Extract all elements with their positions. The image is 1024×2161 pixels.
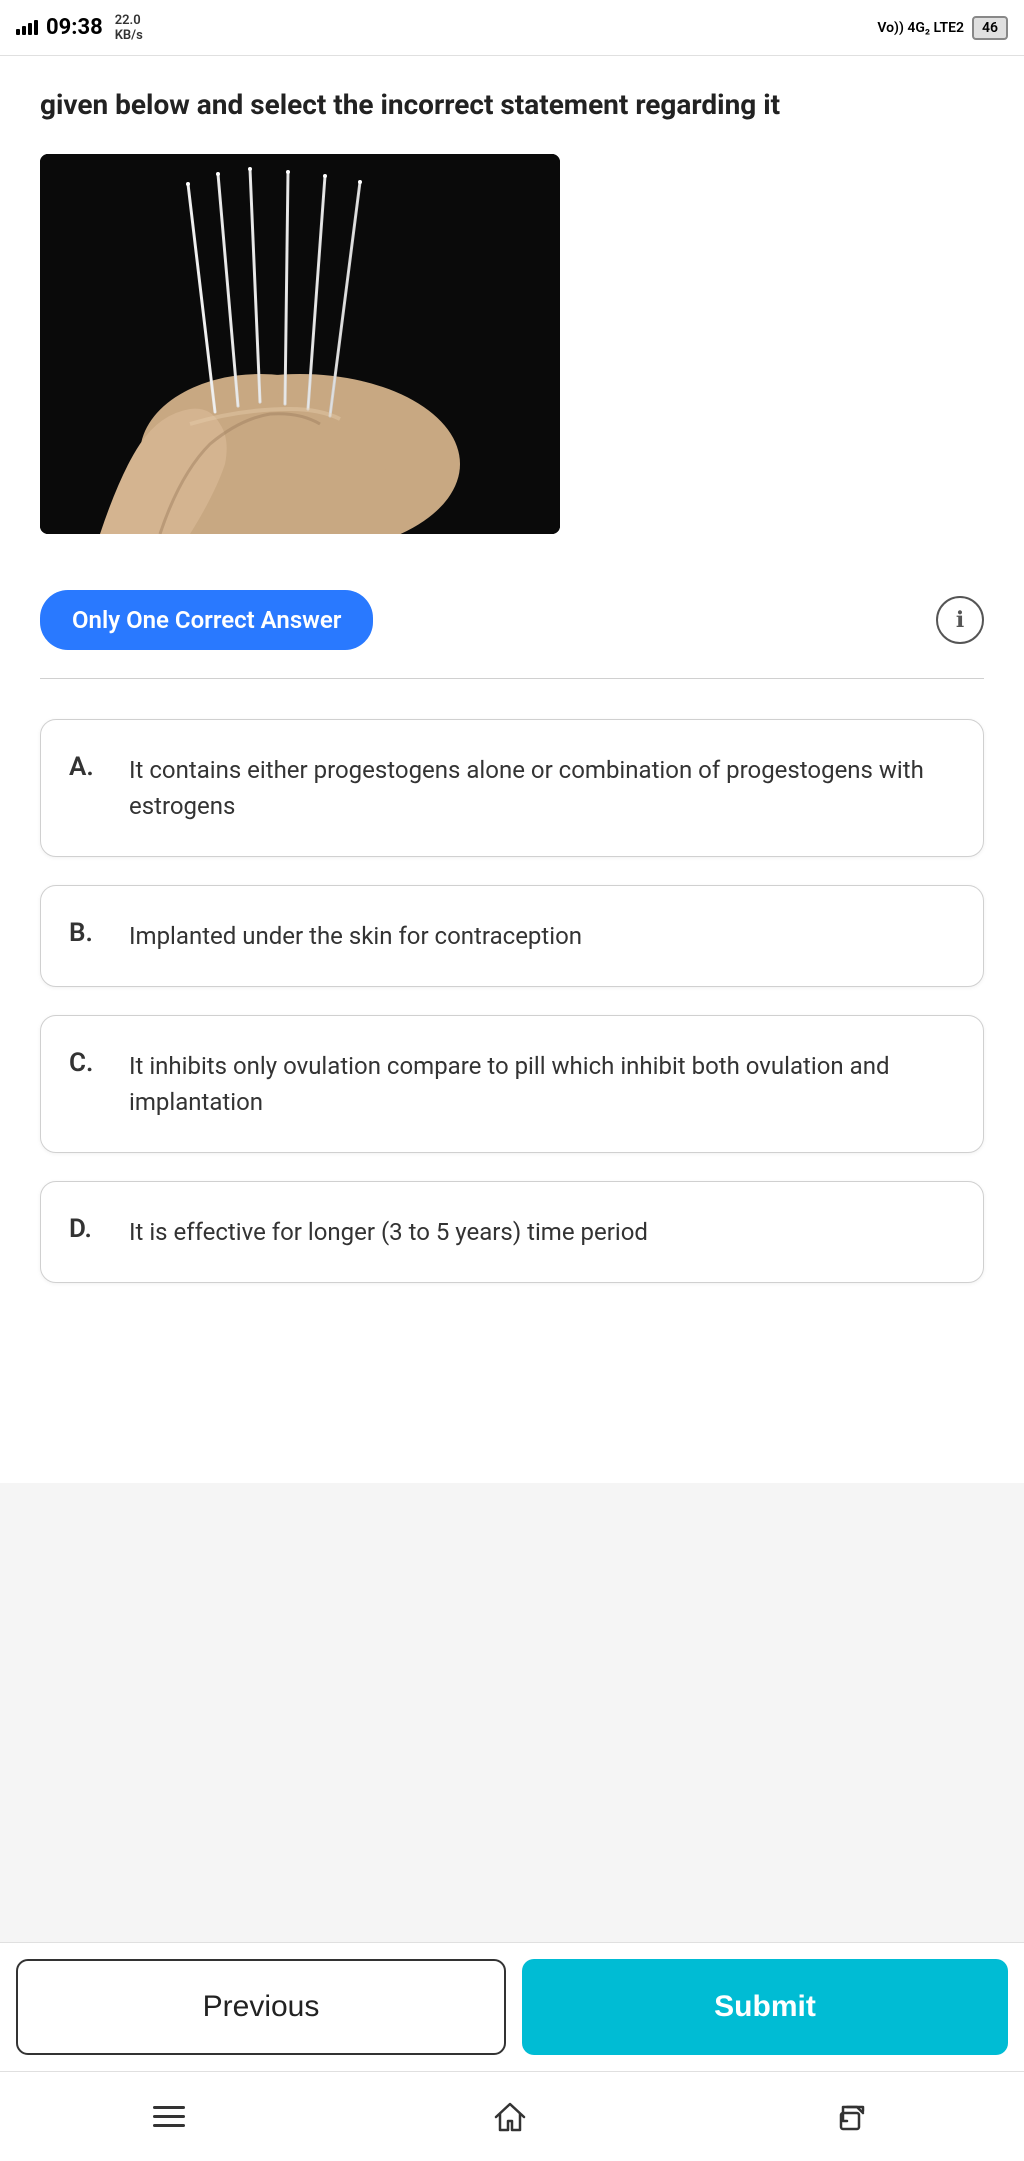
answer-type-section: Only One Correct Answer ℹ [40,590,984,650]
bottom-buttons: Previous Submit [0,1942,1024,2071]
option-d-text: It is effective for longer (3 to 5 years… [129,1214,648,1250]
option-a-text: It contains either progestogens alone or… [129,752,951,824]
signal-bar-4 [34,20,38,35]
status-left: 09:38 22.0 KB/s [16,13,143,43]
back-svg [835,2099,871,2135]
option-b-letter: B. [69,918,105,948]
android-nav [0,2071,1024,2161]
option-d-letter: D. [69,1214,105,1244]
status-right: Vo)) 4G₂ LTE2 46 [877,16,1008,40]
answer-type-badge[interactable]: Only One Correct Answer [40,590,373,650]
status-bar: 09:38 22.0 KB/s Vo)) 4G₂ LTE2 46 [0,0,1024,56]
question-image [40,154,560,534]
signal-icons [16,20,38,35]
option-a-letter: A. [69,752,105,782]
signal-bar-1 [16,29,20,35]
needle-svg [40,154,560,534]
speed-value: 22.0 [115,13,141,28]
main-content: given below and select the incorrect sta… [0,56,1024,1483]
speed-display: 22.0 KB/s [115,13,143,43]
speed-unit: KB/s [115,28,143,43]
hamburger-line-2 [153,2115,185,2118]
battery-badge: 46 [972,16,1008,40]
back-icon[interactable] [835,2099,871,2135]
hamburger-line-3 [153,2124,185,2127]
info-icon-symbol: ℹ [956,608,964,633]
divider [40,678,984,679]
home-svg [492,2099,528,2135]
previous-button[interactable]: Previous [16,1959,506,2055]
question-text: given below and select the incorrect sta… [40,84,984,126]
time-display: 09:38 [46,15,103,40]
option-c[interactable]: C. It inhibits only ovulation compare to… [40,1015,984,1153]
submit-button[interactable]: Submit [522,1959,1008,2055]
option-c-letter: C. [69,1048,105,1078]
option-b[interactable]: B. Implanted under the skin for contrace… [40,885,984,987]
hamburger-menu-icon[interactable] [153,2106,185,2127]
signal-bar-3 [28,23,32,35]
option-a[interactable]: A. It contains either progestogens alone… [40,719,984,857]
signal-bar-2 [22,26,26,35]
lte-badge: Vo)) 4G₂ LTE2 [877,20,964,36]
option-b-text: Implanted under the skin for contracepti… [129,918,582,954]
option-c-text: It inhibits only ovulation compare to pi… [129,1048,951,1120]
home-icon[interactable] [492,2099,528,2135]
option-d[interactable]: D. It is effective for longer (3 to 5 ye… [40,1181,984,1283]
hamburger-line-1 [153,2106,185,2109]
info-icon[interactable]: ℹ [936,596,984,644]
options-container: A. It contains either progestogens alone… [40,719,984,1483]
